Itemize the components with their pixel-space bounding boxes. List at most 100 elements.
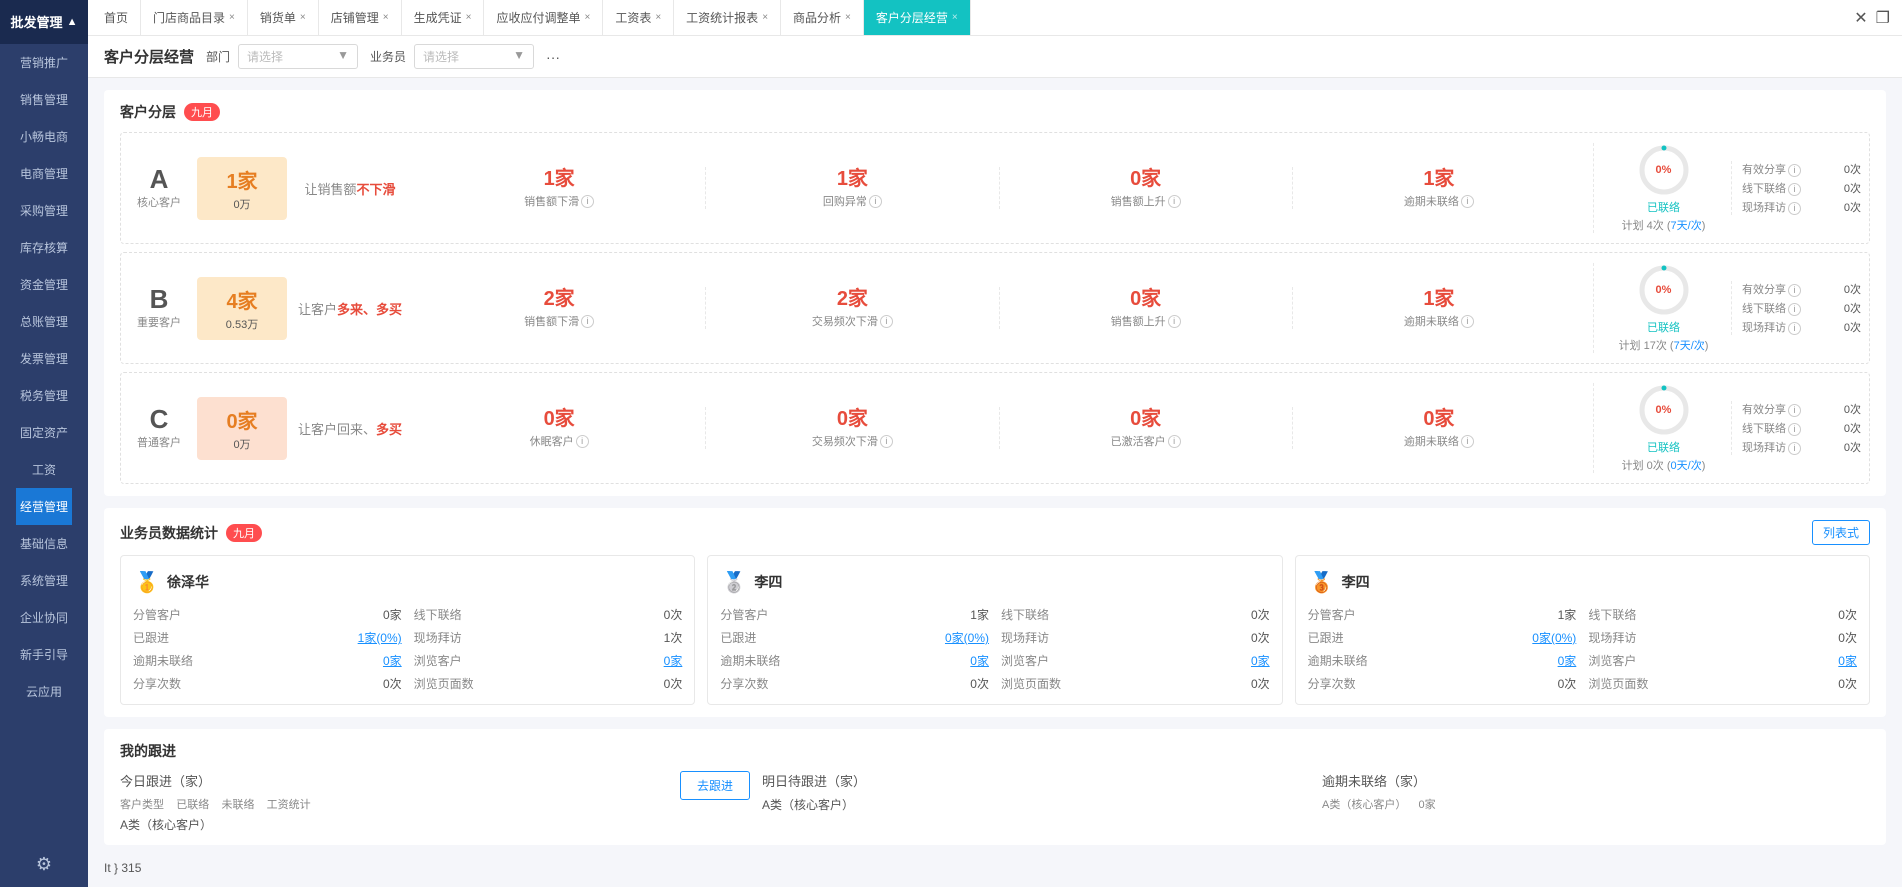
biz-stat-row: 已跟进0家(0%) [720, 629, 989, 646]
sidebar-item-系统管理[interactable]: 系统管理 [16, 562, 72, 599]
tier-stat-item[interactable]: 2家销售额下滑i [413, 287, 706, 329]
tab-close-应收应付调整单[interactable]: × [584, 12, 590, 23]
tier-stat-item[interactable]: 1家逾期未联络i [1293, 167, 1585, 209]
sidebar-item-总账管理[interactable]: 总账管理 [16, 303, 72, 340]
tab-close-生成凭证[interactable]: × [466, 12, 472, 23]
window-close-icon[interactable]: ✕ [1854, 8, 1867, 28]
tier-stat-item[interactable]: 1家销售额下滑i [413, 167, 706, 209]
overdue-follow-col: 逾期未联络（家） A类（核心客户） 0家 [1322, 771, 1870, 812]
biz-stat-row: 现场拜访0次 [1001, 629, 1270, 646]
sidebar-item-营销推广[interactable]: 营销推广 [16, 44, 72, 81]
right-stat-row: 有效分享i0次 [1742, 161, 1861, 177]
filter-more-icon[interactable]: ··· [546, 49, 560, 65]
overdue-follow-title: 逾期未联络（家） [1322, 771, 1870, 790]
tier-stat-item[interactable]: 1家回购异常i [706, 167, 999, 209]
biz-header: 业务员数据统计 九月 列表式 [120, 520, 1870, 545]
sidebar-item-小畅电商[interactable]: 小畅电商 [16, 118, 72, 155]
tier-right-stats-B: 有效分享i0次线下联络i0次现场拜访i0次 [1731, 281, 1861, 335]
biz-stat-row: 现场拜访1次 [414, 629, 683, 646]
biz-stat-row: 已跟进1家(0%) [133, 629, 402, 646]
sidebar-item-企业协同[interactable]: 企业协同 [16, 599, 72, 636]
tier-stat-item[interactable]: 2家交易频次下滑i [706, 287, 999, 329]
biz-card-李四: 🥉李四分管客户1家线下联络0次已跟进0家(0%)现场拜访0次逾期未联络0家浏览客… [1295, 555, 1870, 705]
sidebar-item-固定资产[interactable]: 固定资产 [16, 414, 72, 451]
tier-row-A: A核心客户1家0万让销售额不下滑 1家销售额下滑i1家回购异常i0家销售额上升i1… [120, 132, 1870, 244]
biz-stat-row: 浏览客户0家 [1588, 652, 1857, 669]
sidebar-collapse-icon[interactable]: ▲ [67, 16, 78, 28]
sidebar: 批发管理 ▲ 营销推广销售管理小畅电商电商管理采购管理库存核算资金管理总账管理发… [0, 0, 88, 887]
tier-stat-item[interactable]: 1家逾期未联络i [1293, 287, 1585, 329]
tab-close-门店商品目录[interactable]: × [229, 12, 235, 23]
tier-stat-item[interactable]: 0家休眠客户i [413, 407, 706, 449]
tab-close-客户分层经营[interactable]: × [952, 12, 958, 23]
tab-工资统计报表[interactable]: 工资统计报表× [674, 0, 781, 36]
sidebar-item-云应用[interactable]: 云应用 [16, 673, 72, 710]
sidebar-item-电商管理[interactable]: 电商管理 [16, 155, 72, 192]
today-follow-col: 今日跟进（家） 客户类型 已联络 未联络 工资统计 A类（核心客户） [120, 771, 668, 833]
sidebar-title: 批发管理 [11, 12, 63, 31]
sidebar-item-税务管理[interactable]: 税务管理 [16, 377, 72, 414]
tier-circle-B: 0% 已联络 计划 17次 (7天/次) [1593, 263, 1723, 353]
tier-stat-item[interactable]: 0家销售额上升i [1000, 167, 1293, 209]
tab-close-工资统计报表[interactable]: × [762, 12, 768, 23]
biz-stat-row: 现场拜访0次 [1588, 629, 1857, 646]
tab-close-销货单[interactable]: × [300, 12, 306, 23]
tab-首页[interactable]: 首页 [92, 0, 141, 36]
biz-stat-row: 线下联络0次 [414, 606, 683, 623]
tab-工资表[interactable]: 工资表× [603, 0, 674, 36]
biz-stat-row: 逾期未联络0家 [133, 652, 402, 669]
gear-icon[interactable]: ⚙ [0, 842, 88, 887]
rank-icon: 🥉 [1308, 568, 1336, 596]
sidebar-item-资金管理[interactable]: 资金管理 [16, 266, 72, 303]
dept-select[interactable]: 请选择 ▼ [238, 44, 358, 69]
sidebar-item-销售管理[interactable]: 销售管理 [16, 81, 72, 118]
sidebar-item-基础信息[interactable]: 基础信息 [16, 525, 72, 562]
today-follow-row: A类（核心客户） [120, 816, 668, 833]
biz-stat-row: 分享次数0次 [1308, 675, 1577, 692]
tab-门店商品目录[interactable]: 门店商品目录× [141, 0, 248, 36]
right-stat-row: 线下联络i0次 [1742, 420, 1861, 436]
goto-follow-button[interactable]: 去跟进 [680, 771, 750, 800]
sidebar-item-库存核算[interactable]: 库存核算 [16, 229, 72, 266]
tab-应收应付调整单[interactable]: 应收应付调整单× [484, 0, 603, 36]
biz-card-李四: 🥈李四分管客户1家线下联络0次已跟进0家(0%)现场拜访0次逾期未联络0家浏览客… [707, 555, 1282, 705]
tier-label-A: A核心客户 [129, 166, 189, 210]
window-restore-icon[interactable]: ❐ [1876, 8, 1890, 28]
biz-stat-row: 分管客户0家 [133, 606, 402, 623]
tab-销货单[interactable]: 销货单× [248, 0, 319, 36]
bottom-hint: It } 315 [104, 857, 1886, 879]
tier-row-B: B重要客户4家0.53万让客户多来、多买2家销售额下滑i2家交易频次下滑i0家销… [120, 252, 1870, 364]
sales-select[interactable]: 请选择 ▼ [414, 44, 534, 69]
list-view-button[interactable]: 列表式 [1812, 520, 1870, 545]
tier-count-A[interactable]: 1家0万 [197, 157, 287, 220]
tab-close-商品分析[interactable]: × [845, 12, 851, 23]
right-stat-row: 现场拜访i0次 [1742, 199, 1861, 215]
tier-right-stats-C: 有效分享i0次线下联络i0次现场拜访i0次 [1731, 401, 1861, 455]
tier-count-B[interactable]: 4家0.53万 [197, 277, 287, 340]
sidebar-item-采购管理[interactable]: 采购管理 [16, 192, 72, 229]
tier-label-C: C普通客户 [129, 406, 189, 450]
circle-wrap: 0% [1637, 383, 1691, 437]
biz-title: 业务员数据统计 [120, 523, 218, 543]
tab-客户分层经营[interactable]: 客户分层经营× [864, 0, 971, 36]
tab-商品分析[interactable]: 商品分析× [781, 0, 864, 36]
sidebar-item-发票管理[interactable]: 发票管理 [16, 340, 72, 377]
sidebar-item-工资[interactable]: 工资 [16, 451, 72, 488]
tab-close-工资表[interactable]: × [655, 12, 661, 23]
sales-filter: 业务员 请选择 ▼ [370, 44, 534, 69]
tier-slogan-A: 让销售额不下滑 [295, 179, 405, 198]
sidebar-item-新手引导[interactable]: 新手引导 [16, 636, 72, 673]
sidebar-item-经营管理[interactable]: 经营管理 [16, 488, 72, 525]
tier-stat-item[interactable]: 0家已激活客户i [1000, 407, 1293, 449]
tier-stat-item[interactable]: 0家销售额上升i [1000, 287, 1293, 329]
rank-icon: 🥇 [133, 568, 161, 596]
main-area: 首页门店商品目录×销货单×店铺管理×生成凭证×应收应付调整单×工资表×工资统计报… [88, 0, 1902, 887]
tier-grid: A核心客户1家0万让销售额不下滑1家销售额下滑i1家回购异常i0家销售额上升i1… [120, 132, 1870, 484]
biz-stat-row: 逾期未联络0家 [1308, 652, 1577, 669]
tab-close-店铺管理[interactable]: × [383, 12, 389, 23]
tab-店铺管理[interactable]: 店铺管理× [319, 0, 402, 36]
tier-stat-item[interactable]: 0家交易频次下滑i [706, 407, 999, 449]
tier-count-C[interactable]: 0家0万 [197, 397, 287, 460]
tab-生成凭证[interactable]: 生成凭证× [402, 0, 485, 36]
tier-stat-item[interactable]: 0家逾期未联络i [1293, 407, 1585, 449]
